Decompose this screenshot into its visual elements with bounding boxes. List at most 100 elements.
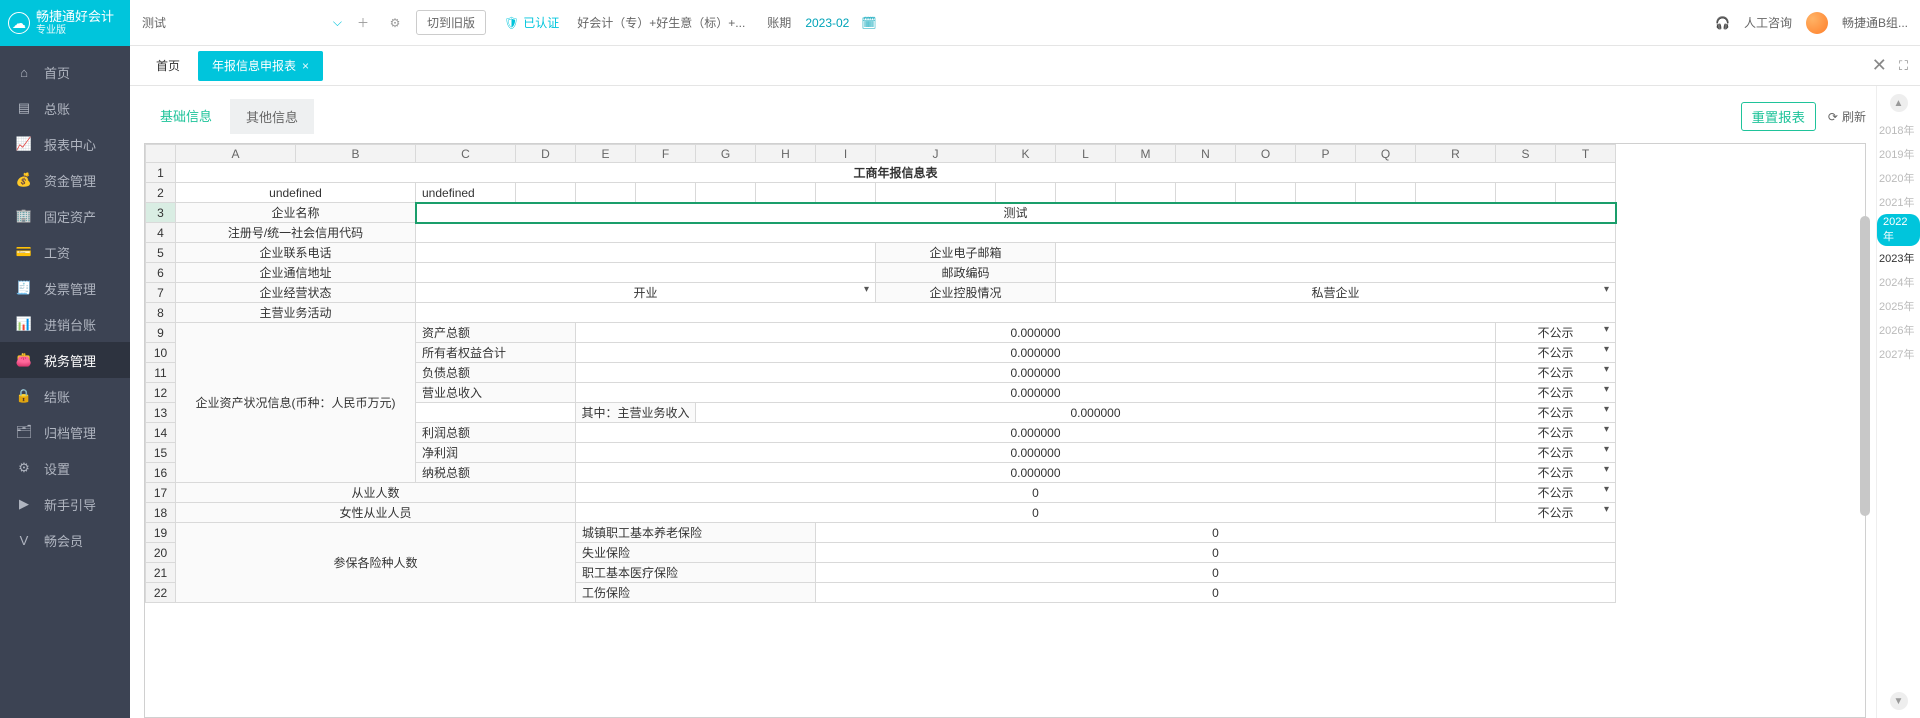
year-item[interactable]: 2018年 xyxy=(1877,118,1920,142)
col-header[interactable]: F xyxy=(636,145,696,163)
nav-icon: ▶ xyxy=(16,496,32,512)
col-header[interactable]: C xyxy=(416,145,516,163)
year-item[interactable]: 2027年 xyxy=(1877,342,1920,366)
sidebar-item-4[interactable]: 🏢固定资产 xyxy=(0,198,130,234)
close-panel-icon[interactable]: ✕ xyxy=(1872,55,1887,76)
brand-logo[interactable]: ☁ 畅捷通好会计 专业版 xyxy=(0,0,130,46)
sidebar-item-11[interactable]: ⚙设置 xyxy=(0,450,130,486)
nav: ⌂首页▤总账📈报表中心💰资金管理🏢固定资产💳工资🧾发票管理📊进销台账👛税务管理🔒… xyxy=(0,46,130,718)
sidebar-item-8[interactable]: 👛税务管理 xyxy=(0,342,130,378)
col-header[interactable]: T xyxy=(1556,145,1616,163)
col-header[interactable]: I xyxy=(816,145,876,163)
company-name-cell[interactable]: 测试 xyxy=(416,203,1616,223)
row-header[interactable]: 4 xyxy=(146,223,176,243)
year-item[interactable]: 2023年 xyxy=(1877,246,1920,270)
col-header[interactable]: J xyxy=(876,145,996,163)
col-header[interactable]: Q xyxy=(1356,145,1416,163)
sidebar-item-0[interactable]: ⌂首页 xyxy=(0,54,130,90)
support-link[interactable]: 人工咨询 xyxy=(1744,14,1792,31)
year-item[interactable]: 2024年 xyxy=(1877,270,1920,294)
add-company-button[interactable]: ＋ xyxy=(352,12,374,34)
refresh-icon: ⟳ xyxy=(1828,110,1838,124)
year-down-icon[interactable]: ▼ xyxy=(1890,692,1908,710)
col-header[interactable]: K xyxy=(996,145,1056,163)
company-selector[interactable]: 测试 ⌵ xyxy=(142,14,342,31)
close-tab-icon[interactable]: × xyxy=(302,59,309,73)
row-header[interactable]: 9 xyxy=(146,323,176,343)
sidebar-item-10[interactable]: 🗂归档管理 xyxy=(0,414,130,450)
row-header[interactable]: 14 xyxy=(146,423,176,443)
sidebar-item-3[interactable]: 💰资金管理 xyxy=(0,162,130,198)
row-header[interactable]: 21 xyxy=(146,563,176,583)
sheet-tab-other[interactable]: 其他信息 xyxy=(230,99,314,134)
col-header[interactable]: G xyxy=(696,145,756,163)
row-header[interactable]: 3 xyxy=(146,203,176,223)
row-header[interactable]: 17 xyxy=(146,483,176,503)
sidebar-item-6[interactable]: 🧾发票管理 xyxy=(0,270,130,306)
refresh-button[interactable]: ⟳ 刷新 xyxy=(1828,108,1866,125)
year-item[interactable]: 2022年 xyxy=(1877,214,1920,246)
fullscreen-icon[interactable]: ⛶ xyxy=(1899,58,1908,74)
year-item[interactable]: 2020年 xyxy=(1877,166,1920,190)
row-header[interactable]: 19 xyxy=(146,523,176,543)
sidebar-item-5[interactable]: 💳工资 xyxy=(0,234,130,270)
sidebar-item-7[interactable]: 📊进销台账 xyxy=(0,306,130,342)
tab-home[interactable]: 首页 xyxy=(142,51,194,81)
sidebar-item-2[interactable]: 📈报表中心 xyxy=(0,126,130,162)
sheet-tab-basic[interactable]: 基础信息 xyxy=(144,98,228,135)
row-header[interactable]: 7 xyxy=(146,283,176,303)
col-header[interactable]: P xyxy=(1296,145,1356,163)
user-name[interactable]: 畅捷通B组... xyxy=(1842,14,1908,31)
spreadsheet[interactable]: ABCDEFGHIJKLMNOPQRST 1工商年报信息表2undefinedu… xyxy=(144,143,1866,718)
sheet-tabs: 基础信息 其他信息 重置报表 ⟳ 刷新 xyxy=(144,98,1866,135)
calendar-icon[interactable]: 🗓 xyxy=(861,16,876,30)
headset-icon: 🎧 xyxy=(1715,16,1730,30)
row-header[interactable]: 6 xyxy=(146,263,176,283)
col-header[interactable]: H xyxy=(756,145,816,163)
row-header[interactable]: 1 xyxy=(146,163,176,183)
nav-icon: 📈 xyxy=(16,136,32,152)
year-item[interactable]: 2019年 xyxy=(1877,142,1920,166)
col-header[interactable]: E xyxy=(576,145,636,163)
row-header[interactable]: 2 xyxy=(146,183,176,203)
year-item[interactable]: 2021年 xyxy=(1877,190,1920,214)
sidebar-item-12[interactable]: ▶新手引导 xyxy=(0,486,130,522)
settings-gear-icon[interactable]: ⚙ xyxy=(384,12,406,34)
row-header[interactable]: 20 xyxy=(146,543,176,563)
row-header[interactable]: 12 xyxy=(146,383,176,403)
period-value[interactable]: 2023-02 xyxy=(805,16,849,30)
sidebar-item-9[interactable]: 🔒结账 xyxy=(0,378,130,414)
col-header[interactable]: S xyxy=(1496,145,1556,163)
row-header[interactable]: 16 xyxy=(146,463,176,483)
vertical-scrollbar[interactable] xyxy=(1860,216,1872,714)
year-item[interactable]: 2025年 xyxy=(1877,294,1920,318)
year-item[interactable]: 2026年 xyxy=(1877,318,1920,342)
col-header[interactable]: A xyxy=(176,145,296,163)
sidebar-item-1[interactable]: ▤总账 xyxy=(0,90,130,126)
tab-annual-report[interactable]: 年报信息申报表 × xyxy=(198,51,323,81)
period-label: 账期 xyxy=(767,14,791,31)
reset-report-button[interactable]: 重置报表 xyxy=(1741,102,1816,131)
col-header[interactable]: L xyxy=(1056,145,1116,163)
row-header[interactable]: 15 xyxy=(146,443,176,463)
avatar[interactable] xyxy=(1806,12,1828,34)
row-header[interactable]: 5 xyxy=(146,243,176,263)
row-header[interactable]: 18 xyxy=(146,503,176,523)
col-header[interactable]: O xyxy=(1236,145,1296,163)
corner-cell[interactable] xyxy=(146,145,176,163)
col-header[interactable]: M xyxy=(1116,145,1176,163)
row-header[interactable]: 10 xyxy=(146,343,176,363)
row-header[interactable]: 11 xyxy=(146,363,176,383)
row-header[interactable]: 22 xyxy=(146,583,176,603)
row-header[interactable]: 13 xyxy=(146,403,176,423)
col-header[interactable]: D xyxy=(516,145,576,163)
switch-old-button[interactable]: 切到旧版 xyxy=(416,10,486,35)
topbar: 测试 ⌵ ＋ ⚙ 切到旧版 🛡 已认证 好会计（专）+好生意（标）+... 账期… xyxy=(130,0,1920,46)
nav-icon: 👛 xyxy=(16,352,32,368)
year-up-icon[interactable]: ▲ xyxy=(1890,94,1908,112)
row-header[interactable]: 8 xyxy=(146,303,176,323)
col-header[interactable]: R xyxy=(1416,145,1496,163)
col-header[interactable]: N xyxy=(1176,145,1236,163)
sidebar-item-13[interactable]: V畅会员 xyxy=(0,522,130,558)
col-header[interactable]: B xyxy=(296,145,416,163)
